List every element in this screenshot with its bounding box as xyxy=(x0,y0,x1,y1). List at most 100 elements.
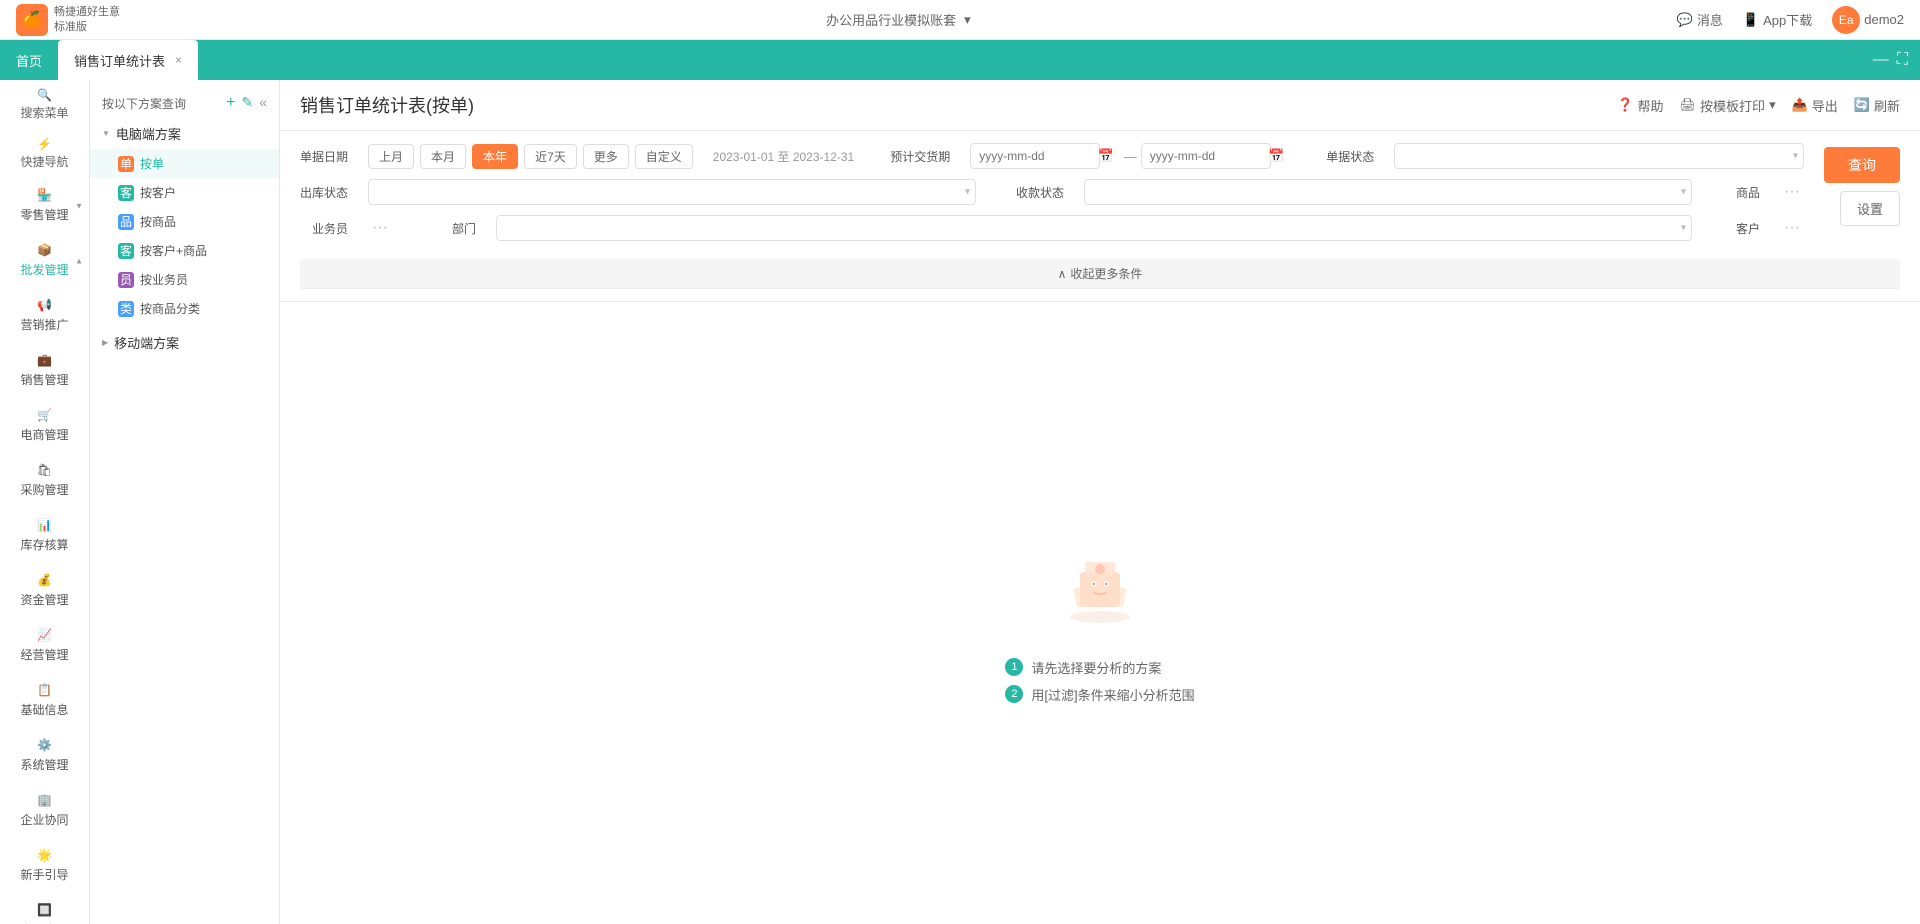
salesman-dots-btn[interactable]: ··· xyxy=(368,219,392,237)
sidebar-item-newbie[interactable]: 🌟 新手引导 xyxy=(0,838,89,893)
mobile-expand-icon: ▶ xyxy=(102,338,108,347)
this-year-btn[interactable]: 本年 xyxy=(472,144,518,169)
newbie-icon: 🌟 xyxy=(37,848,52,862)
customer-label: 客户 xyxy=(1728,220,1768,237)
sidebar-search[interactable]: 🔍 搜索菜单 xyxy=(0,80,89,129)
tree-item-by-customer[interactable]: 客 按客户 xyxy=(90,178,279,207)
status-select[interactable] xyxy=(1394,143,1804,169)
left-panel: 按以下方案查询 + ✎ « ▼ 电脑端方案 单 按单 客 按客户 xyxy=(90,80,280,924)
print-btn[interactable]: 🖨 按模板打印 ▾ xyxy=(1680,96,1776,115)
workspace-arrow-icon: ▾ xyxy=(964,12,971,28)
page-header: 销售订单统计表(按单) ❓ 帮助 🖨 按模板打印 ▾ 📤 xyxy=(280,80,1920,131)
status-label: 单据状态 xyxy=(1326,148,1382,165)
tree-item-by-salesman[interactable]: 员 按业务员 xyxy=(90,265,279,294)
sidebar-item-purchase[interactable]: 🛍 采购管理 xyxy=(0,453,89,508)
message-icon: 💬 xyxy=(1677,12,1693,28)
customer-dots-btn[interactable]: ··· xyxy=(1780,219,1804,237)
collapse-panel-btn[interactable]: « xyxy=(259,94,267,112)
edit-scheme-btn[interactable]: ✎ xyxy=(241,94,253,112)
search-icon: 🔍 xyxy=(37,88,52,102)
expand-icon: ▼ xyxy=(102,129,110,138)
sidebar-item-marketing[interactable]: 📢 营销推广 xyxy=(0,288,89,343)
tab-bar-actions: — ⛶ xyxy=(1873,51,1920,69)
enterprise-icon: 🏢 xyxy=(37,793,52,807)
apps-icon: 🔲 xyxy=(37,903,52,917)
maximize-icon[interactable]: ⛶ xyxy=(1897,51,1908,69)
more-btn[interactable]: 更多 xyxy=(583,144,629,169)
date-from-input[interactable] xyxy=(970,143,1100,169)
refresh-btn[interactable]: 🔄 刷新 xyxy=(1854,96,1900,115)
tree-item-by-category[interactable]: 类 按商品分类 xyxy=(90,294,279,323)
tab-home[interactable]: 首页 xyxy=(0,40,58,80)
sidebar-item-inventory[interactable]: 📊 库存核算 xyxy=(0,508,89,563)
print-icon: 🖨 xyxy=(1680,97,1697,113)
tree-item-by-order[interactable]: 单 按单 xyxy=(90,149,279,178)
tree-item-by-customer-product[interactable]: 客 按客户+商品 xyxy=(90,236,279,265)
tab-close-icon[interactable]: × xyxy=(175,53,182,67)
tab-sales-order-stats[interactable]: 销售订单统计表 × xyxy=(58,40,198,80)
help-icon: ❓ xyxy=(1617,97,1633,113)
scheme-icon-category: 类 xyxy=(118,301,134,317)
export-icon: 📤 xyxy=(1792,97,1808,113)
tree-item-by-product[interactable]: 品 按商品 xyxy=(90,207,279,236)
sidebar-item-retail[interactable]: 🏪 零售管理 xyxy=(0,178,89,233)
product-dots-btn[interactable]: ··· xyxy=(1780,183,1804,201)
scheme-icon-customer: 客 xyxy=(118,185,134,201)
date-label: 单据日期 xyxy=(300,148,356,165)
top-bar-right: 💬 消息 📱 App下载 Ea demo2 xyxy=(1677,6,1904,34)
app-download-btn[interactable]: 📱 App下载 xyxy=(1743,10,1812,29)
filter-row-2: 出库状态 ▾ 收款状态 xyxy=(300,179,1804,205)
scheme-icon-cust-prod: 客 xyxy=(118,243,134,259)
help-btn[interactable]: ❓ 帮助 xyxy=(1617,96,1663,115)
logo-icon: 🍊 xyxy=(16,4,48,36)
export-btn[interactable]: 📤 导出 xyxy=(1792,96,1838,115)
receive-status-label: 收款状态 xyxy=(1012,184,1072,201)
search-button[interactable]: 查询 xyxy=(1824,147,1900,183)
tree-pc-section[interactable]: ▼ 电脑端方案 xyxy=(90,118,279,149)
marketing-icon: 📢 xyxy=(37,298,52,312)
tip-num-1: 1 xyxy=(1005,658,1023,676)
workspace-selector[interactable]: 办公用品行业模拟账套 ▾ xyxy=(826,10,971,29)
tree-mobile-section[interactable]: ▶ 移动端方案 xyxy=(90,327,279,358)
sidebar-item-operation[interactable]: 📈 经营管理 xyxy=(0,618,89,673)
content-area: 按以下方案查询 + ✎ « ▼ 电脑端方案 单 按单 客 按客户 xyxy=(90,80,1920,924)
out-status-select[interactable] xyxy=(368,179,976,205)
sidebar-item-system[interactable]: ⚙️ 系统管理 xyxy=(0,728,89,783)
sidebar-item-sales[interactable]: 💼 销售管理 xyxy=(0,343,89,398)
this-month-btn[interactable]: 本月 xyxy=(420,144,466,169)
page-header-top: 销售订单统计表(按单) ❓ 帮助 🖨 按模板打印 ▾ 📤 xyxy=(300,92,1900,118)
sidebar-quick-nav[interactable]: ⚡ 快捷导航 xyxy=(0,129,89,178)
last7-btn[interactable]: 近7天 xyxy=(524,144,577,169)
ecommerce-icon: 🛒 xyxy=(37,408,52,422)
collapse-bar[interactable]: ∧ 收起更多条件 xyxy=(300,259,1900,289)
right-action-col: 查询 设置 xyxy=(1804,143,1900,226)
date-to-input[interactable] xyxy=(1141,143,1271,169)
sidebar-item-basic[interactable]: 📋 基础信息 xyxy=(0,673,89,728)
settings-button[interactable]: 设置 xyxy=(1840,191,1900,226)
custom-btn[interactable]: 自定义 xyxy=(635,144,693,169)
dept-select[interactable] xyxy=(496,215,1692,241)
empty-tip-1: 1 请先选择要分析的方案 xyxy=(1005,658,1194,677)
sidebar-item-apps[interactable]: 🔲 应用中心 xyxy=(0,893,89,924)
user-menu[interactable]: Ea demo2 xyxy=(1832,6,1904,34)
wholesale-icon: 📦 xyxy=(37,243,52,257)
quick-nav-icon: ⚡ xyxy=(37,137,52,151)
finance-icon: 💰 xyxy=(37,573,52,587)
receive-status-select[interactable] xyxy=(1084,179,1692,205)
minimize-icon[interactable]: — xyxy=(1873,51,1889,69)
scheme-icon-product: 品 xyxy=(118,214,134,230)
scheme-icon-salesman: 员 xyxy=(118,272,134,288)
sidebar-item-enterprise[interactable]: 🏢 企业协同 xyxy=(0,783,89,838)
add-scheme-btn[interactable]: + xyxy=(226,94,235,112)
scheme-tree: ▼ 电脑端方案 单 按单 客 按客户 品 按商品 客 按客户+商品 xyxy=(90,118,279,358)
sales-icon: 💼 xyxy=(37,353,52,367)
inventory-icon: 📊 xyxy=(37,518,52,532)
prev-month-btn[interactable]: 上月 xyxy=(368,144,414,169)
sidebar-item-ecommerce[interactable]: 🛒 电商管理 xyxy=(0,398,89,453)
filter-section: 单据日期 上月 本月 本年 近7天 更多 自定义 2023-01-01 至 20… xyxy=(280,131,1920,302)
left-panel-title: 按以下方案查询 + ✎ « xyxy=(90,88,279,118)
sidebar-item-wholesale[interactable]: 📦 批发管理 xyxy=(0,233,89,288)
sidebar-item-finance[interactable]: 💰 资金管理 xyxy=(0,563,89,618)
message-btn[interactable]: 💬 消息 xyxy=(1677,10,1723,29)
filter-row-3: 业务员 ··· 部门 ▾ 客户 xyxy=(300,215,1804,241)
